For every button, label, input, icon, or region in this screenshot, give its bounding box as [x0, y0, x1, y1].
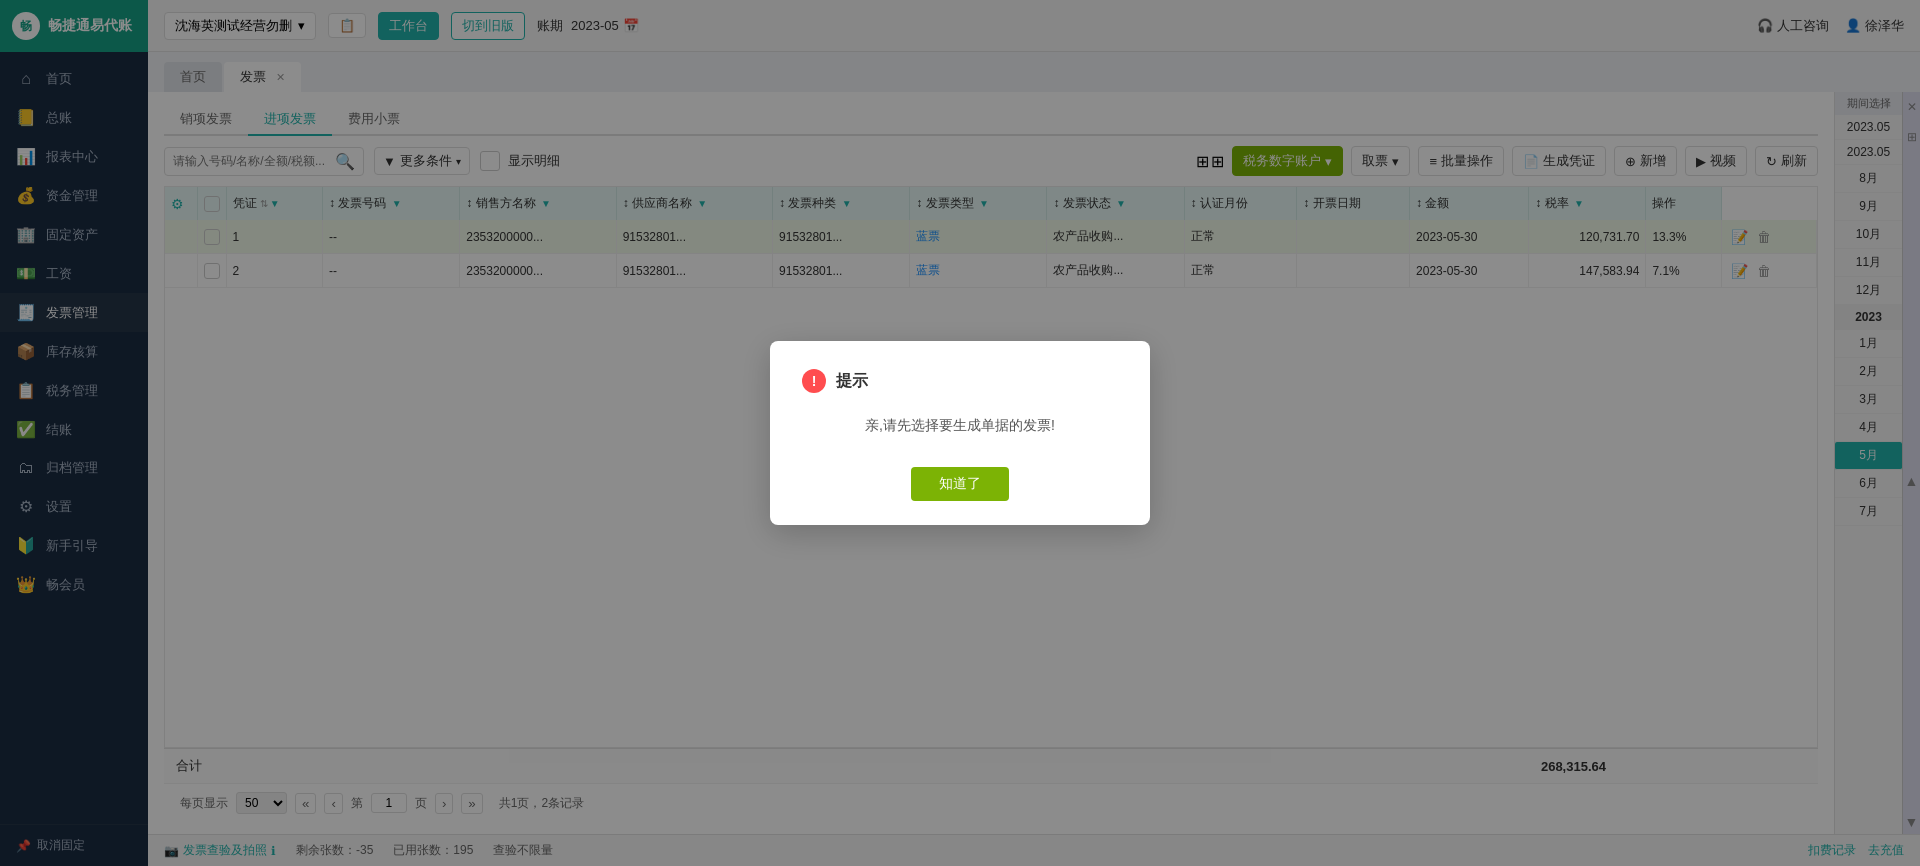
modal-footer: 知道了	[802, 467, 1118, 501]
modal-ok-btn[interactable]: 知道了	[911, 467, 1009, 501]
modal-dialog: ! 提示 亲,请先选择要生成单据的发票! 知道了	[770, 341, 1150, 525]
modal-title: ! 提示	[802, 369, 1118, 393]
modal-message: 亲,请先选择要生成单据的发票!	[802, 409, 1118, 443]
modal-overlay: ! 提示 亲,请先选择要生成单据的发票! 知道了	[0, 0, 1920, 866]
modal-title-text: 提示	[836, 371, 868, 392]
warning-icon: !	[802, 369, 826, 393]
